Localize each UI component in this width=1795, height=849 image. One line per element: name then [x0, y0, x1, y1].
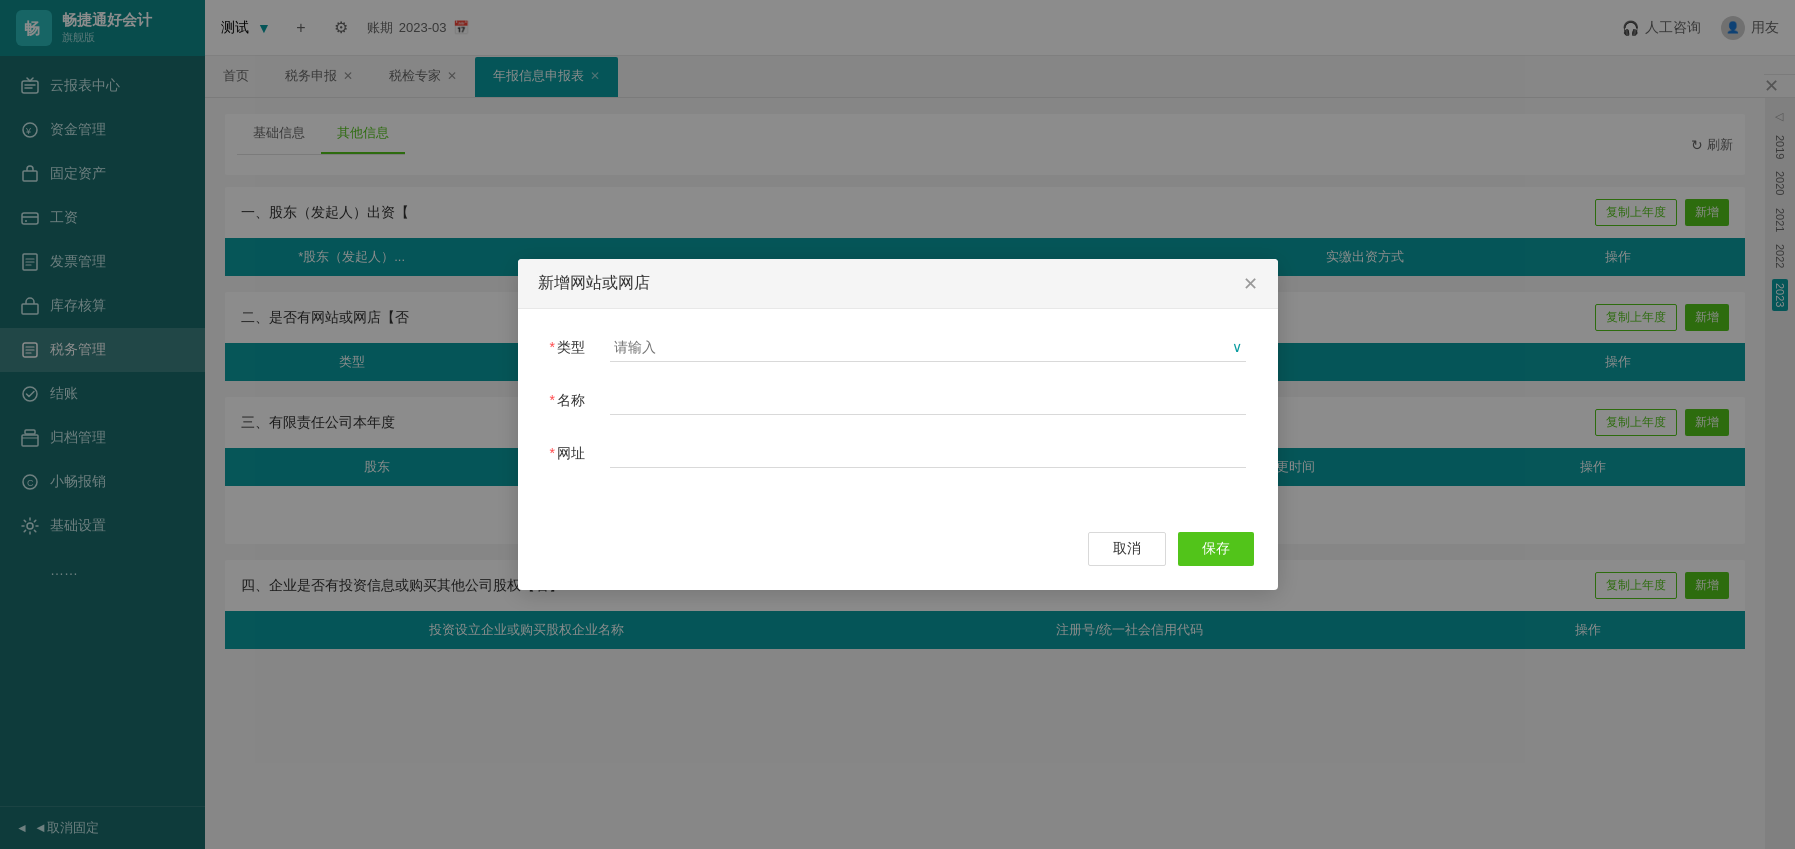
type-select-wrap[interactable]: ∨	[610, 333, 1246, 362]
modal-footer: 取消 保存	[518, 516, 1278, 590]
name-label: 名称	[550, 392, 610, 410]
modal-overlay[interactable]: 新增网站或网店 ✕ 类型 ∨ 名称 网址 取消	[0, 0, 1795, 849]
form-item-name: 名称	[550, 386, 1246, 415]
save-btn[interactable]: 保存	[1178, 532, 1254, 566]
form-item-type: 类型 ∨	[550, 333, 1246, 362]
modal-body: 类型 ∨ 名称 网址	[518, 309, 1278, 516]
cancel-btn[interactable]: 取消	[1088, 532, 1166, 566]
modal-close-btn[interactable]: ✕	[1243, 275, 1258, 293]
form-item-url: 网址	[550, 439, 1246, 468]
modal-add-website: 新增网站或网店 ✕ 类型 ∨ 名称 网址 取消	[518, 259, 1278, 590]
type-dropdown-icon: ∨	[1228, 339, 1246, 355]
modal-title: 新增网站或网店	[538, 273, 650, 294]
type-input[interactable]	[610, 333, 1228, 361]
type-label: 类型	[550, 339, 610, 357]
name-input[interactable]	[610, 386, 1246, 415]
modal-header: 新增网站或网店 ✕	[518, 259, 1278, 309]
url-input[interactable]	[610, 439, 1246, 468]
url-label: 网址	[550, 445, 610, 463]
